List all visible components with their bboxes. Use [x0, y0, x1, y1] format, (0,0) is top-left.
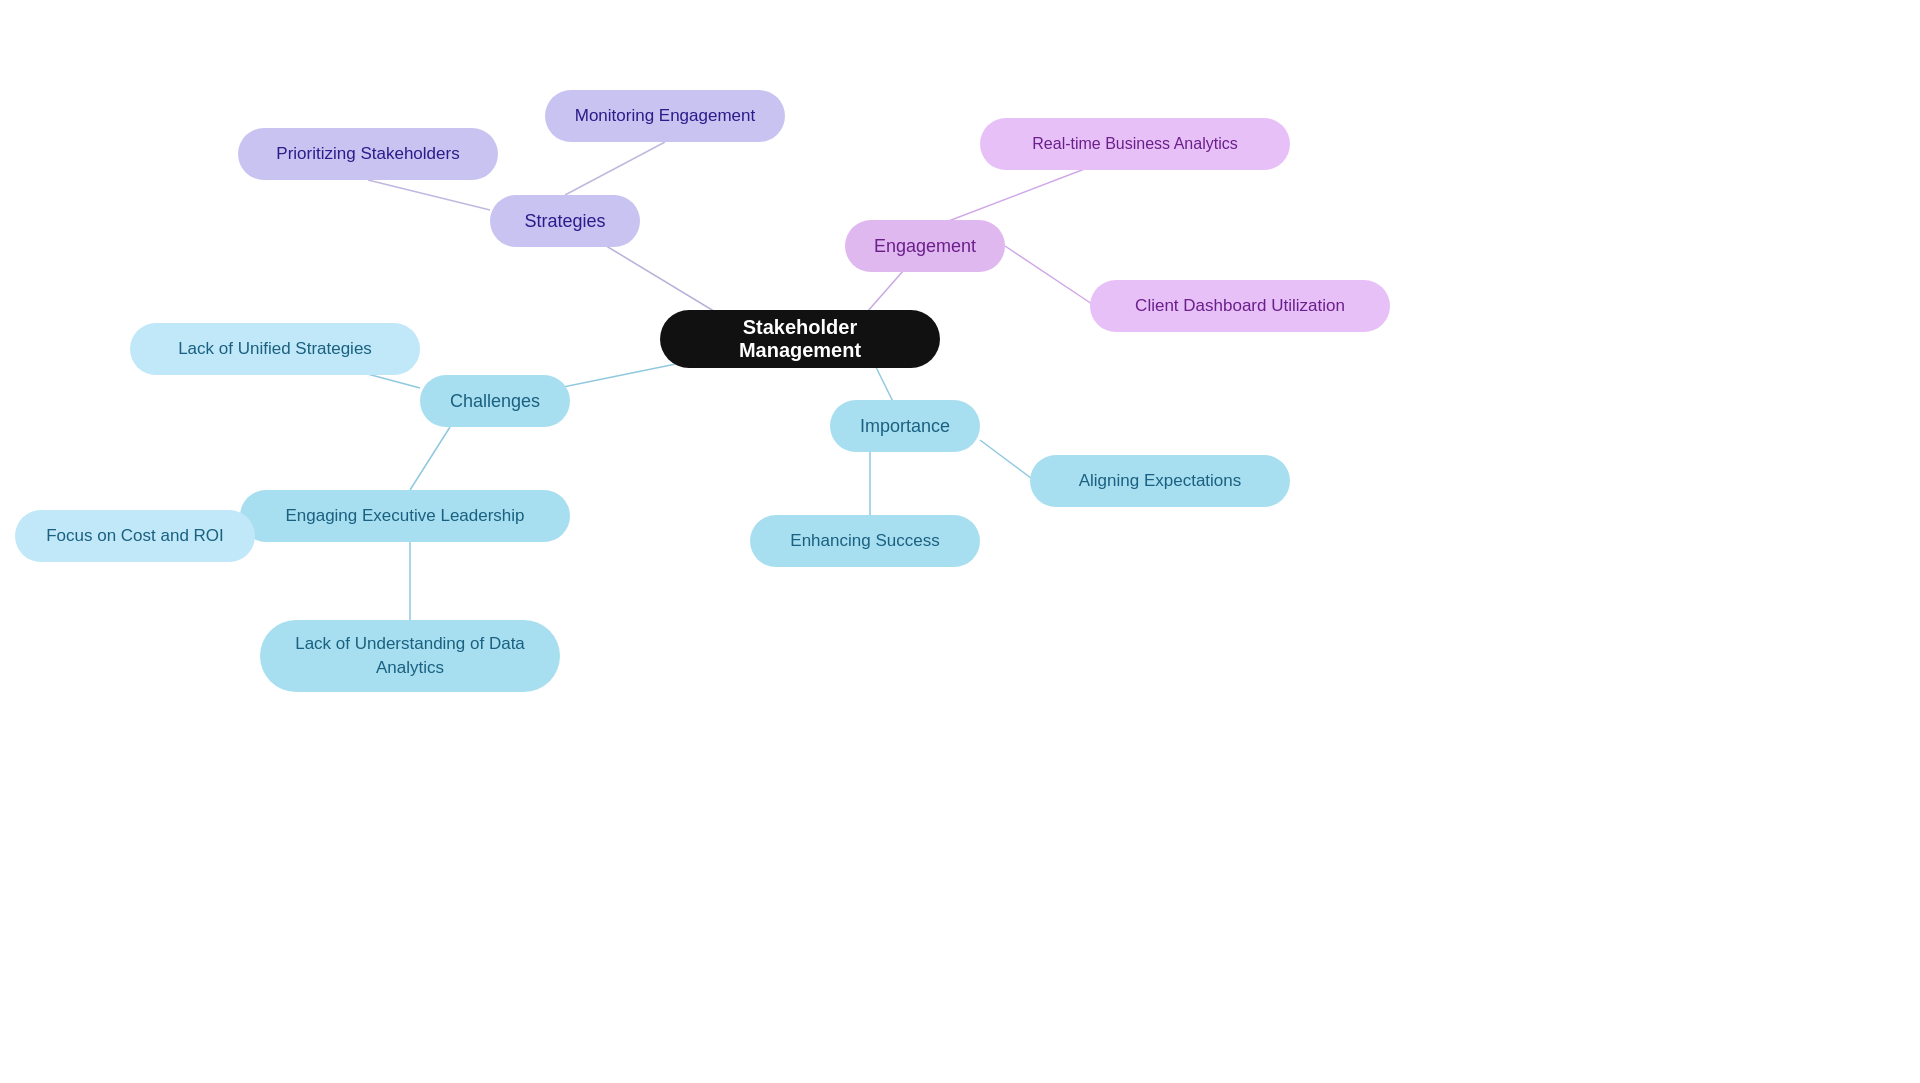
- engaging-node: Engaging Executive Leadership: [240, 490, 570, 542]
- engagement-node: Engagement: [845, 220, 1005, 272]
- challenges-node: Challenges: [420, 375, 570, 427]
- prioritizing-node: Prioritizing Stakeholders: [238, 128, 498, 180]
- enhancing-node: Enhancing Success: [750, 515, 980, 567]
- client-dashboard-node: Client Dashboard Utilization: [1090, 280, 1390, 332]
- center-node: Stakeholder Management: [660, 310, 940, 368]
- realtime-node: Real-time Business Analytics: [980, 118, 1290, 170]
- svg-line-7: [1005, 246, 1095, 306]
- svg-line-4: [565, 142, 665, 195]
- lack-data-node: Lack of Understanding of Data Analytics: [260, 620, 560, 692]
- svg-line-5: [368, 180, 490, 210]
- importance-node: Importance: [830, 400, 980, 452]
- monitoring-node: Monitoring Engagement: [545, 90, 785, 142]
- aligning-node: Aligning Expectations: [1030, 455, 1290, 507]
- strategies-node: Strategies: [490, 195, 640, 247]
- svg-line-12: [980, 440, 1035, 481]
- lack-unified-node: Lack of Unified Strategies: [130, 323, 420, 375]
- svg-line-9: [410, 427, 450, 490]
- focus-cost-node: Focus on Cost and ROI: [15, 510, 255, 562]
